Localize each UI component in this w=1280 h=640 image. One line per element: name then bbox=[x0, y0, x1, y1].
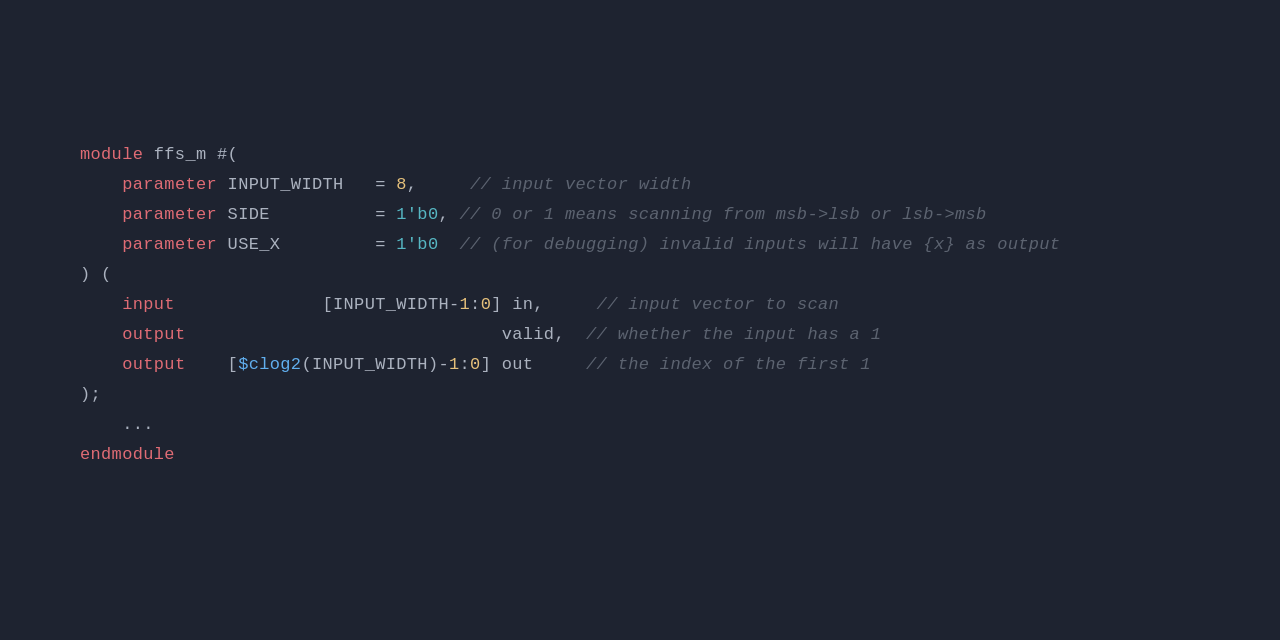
code-token: output bbox=[122, 355, 185, 374]
code-token bbox=[80, 325, 122, 344]
code-line: output [$clog2(INPUT_WIDTH)-1:0] out // … bbox=[80, 350, 1060, 380]
code-token: [INPUT_WIDTH- bbox=[322, 295, 459, 314]
code-token: ffs_m #( bbox=[143, 145, 238, 164]
code-token: (INPUT_WIDTH)- bbox=[301, 355, 449, 374]
code-token: // whether the input has a 1 bbox=[586, 325, 881, 344]
code-token: 1'b0 bbox=[396, 235, 438, 254]
code-line: endmodule bbox=[80, 440, 1060, 470]
code-token: 1'b0 bbox=[396, 205, 438, 224]
code-token: 0 bbox=[470, 355, 481, 374]
code-token bbox=[175, 295, 323, 314]
code-token: parameter bbox=[122, 205, 217, 224]
code-token: INPUT_WIDTH = bbox=[217, 175, 396, 194]
code-token: ); bbox=[80, 385, 101, 404]
code-token: valid, bbox=[185, 325, 586, 344]
code-token: // input vector to scan bbox=[597, 295, 839, 314]
code-token: 8 bbox=[396, 175, 407, 194]
code-token: module bbox=[80, 145, 143, 164]
code-token: , bbox=[438, 205, 459, 224]
code-token: USE_X = bbox=[217, 235, 396, 254]
code-token: // the index of the first 1 bbox=[586, 355, 871, 374]
code-token: // 0 or 1 means scanning from msb->lsb o… bbox=[460, 205, 987, 224]
code-line: ); bbox=[80, 380, 1060, 410]
code-token bbox=[80, 295, 122, 314]
code-token: ... bbox=[80, 415, 154, 434]
code-line: ) ( bbox=[80, 260, 1060, 290]
code-token: : bbox=[470, 295, 481, 314]
code-line: output valid, // whether the input has a… bbox=[80, 320, 1060, 350]
code-editor: module ffs_m #( parameter INPUT_WIDTH = … bbox=[0, 0, 1140, 550]
code-token bbox=[438, 235, 459, 254]
code-token: output bbox=[122, 325, 185, 344]
code-token bbox=[80, 235, 122, 254]
code-token: $clog2 bbox=[238, 355, 301, 374]
code-token bbox=[80, 205, 122, 224]
code-token: ] out bbox=[481, 355, 586, 374]
code-token: 1 bbox=[460, 295, 471, 314]
code-token: input bbox=[122, 295, 175, 314]
code-token bbox=[80, 355, 122, 374]
code-token: SIDE = bbox=[217, 205, 396, 224]
code-line: parameter USE_X = 1'b0 // (for debugging… bbox=[80, 230, 1060, 260]
code-token: parameter bbox=[122, 235, 217, 254]
code-token: : bbox=[460, 355, 471, 374]
code-token: [ bbox=[185, 355, 238, 374]
code-line: input [INPUT_WIDTH-1:0] in, // input vec… bbox=[80, 290, 1060, 320]
code-token: 0 bbox=[481, 295, 492, 314]
code-token: , bbox=[407, 175, 470, 194]
code-line: parameter SIDE = 1'b0, // 0 or 1 means s… bbox=[80, 200, 1060, 230]
code-token: ) ( bbox=[80, 265, 112, 284]
code-line: ... bbox=[80, 410, 1060, 440]
code-line: module ffs_m #( bbox=[80, 140, 1060, 170]
code-token: endmodule bbox=[80, 445, 175, 464]
code-token bbox=[80, 175, 122, 194]
code-token: parameter bbox=[122, 175, 217, 194]
code-token: ] in, bbox=[491, 295, 596, 314]
code-token: 1 bbox=[449, 355, 460, 374]
code-line: parameter INPUT_WIDTH = 8, // input vect… bbox=[80, 170, 1060, 200]
code-token: // input vector width bbox=[470, 175, 691, 194]
code-token: // (for debugging) invalid inputs will h… bbox=[460, 235, 1061, 254]
